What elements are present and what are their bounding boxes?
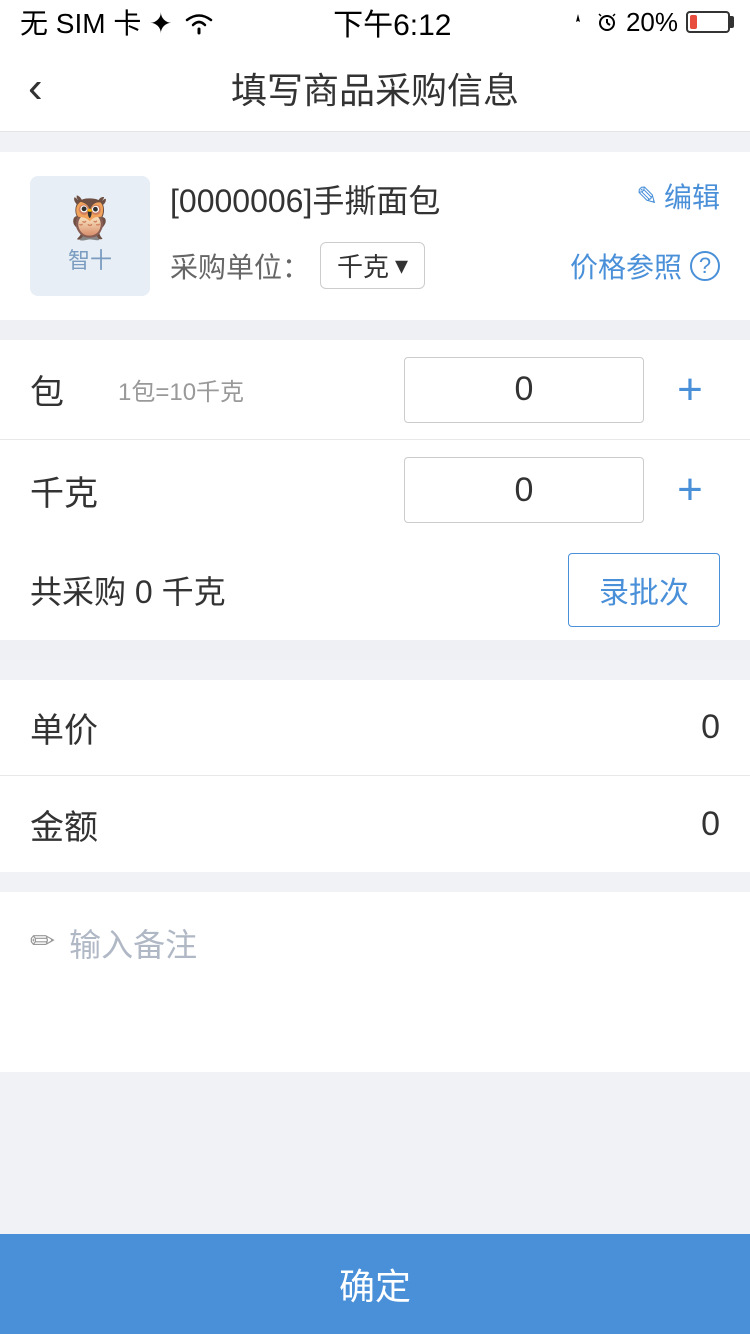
unit-value: 千克 [337, 247, 389, 284]
unit-row: 采购单位： 千克 ▾ [170, 242, 425, 289]
product-thumb-label: 智十 [68, 243, 112, 275]
bao-quantity-input[interactable]: 0 [404, 357, 644, 423]
product-info-top: [0000006]手撕面包 ✎ 编辑 [170, 176, 720, 222]
summary-text: 共采购 0 千克 [30, 567, 226, 613]
amount-value: 0 [701, 805, 720, 844]
kg-label: 千克 [30, 466, 110, 515]
edit-button[interactable]: ✎ 编辑 [636, 176, 720, 216]
product-card: 🦉 智十 [0000006]手撕面包 ✎ 编辑 采购单位： 千克 ▾ [0, 152, 750, 320]
product-thumbnail: 🦉 智十 [30, 176, 150, 296]
unit-prefix-label: 采购单位： [170, 246, 310, 286]
unit-dropdown-icon: ▾ [395, 250, 408, 281]
price-ref-button[interactable]: 价格参照 ? [570, 246, 720, 286]
alarm-icon [596, 11, 618, 33]
separator-2 [0, 640, 750, 660]
amount-row: 金额 0 [0, 776, 750, 872]
status-bar-time: 下午6:12 [333, 0, 451, 44]
bao-plus-button[interactable]: + [660, 360, 720, 420]
wifi-icon [181, 9, 217, 35]
bao-input-right: 0 + [404, 357, 720, 423]
info-section: 单价 0 金额 0 [0, 680, 750, 872]
product-info: [0000006]手撕面包 ✎ 编辑 采购单位： 千克 ▾ 价格参照 ? [170, 176, 720, 289]
batch-button[interactable]: 录批次 [568, 553, 720, 627]
bao-input-row: 包 1包=10千克 0 + [0, 340, 750, 440]
kg-input-right: 0 + [404, 457, 720, 523]
help-icon: ? [690, 251, 720, 281]
battery-percent: 20% [626, 7, 678, 38]
bao-sub-label: 1包=10千克 [118, 372, 244, 407]
notes-placeholder: 输入备注 [69, 920, 197, 966]
summary-row: 共采购 0 千克 录批次 [0, 540, 750, 640]
kg-quantity-input[interactable]: 0 [404, 457, 644, 523]
edit-icon: ✎ [636, 181, 658, 212]
amount-label: 金额 [30, 800, 98, 849]
unit-price-row: 单价 0 [0, 680, 750, 776]
separator-1 [0, 320, 750, 340]
notes-section[interactable]: ✏ 输入备注 [0, 892, 750, 1072]
product-info-bottom: 采购单位： 千克 ▾ 价格参照 ? [170, 242, 720, 289]
price-ref-label: 价格参照 [570, 246, 682, 286]
quantity-input-section: 包 1包=10千克 0 + 千克 0 + [0, 340, 750, 540]
pencil-icon: ✏ [30, 924, 55, 959]
unit-select[interactable]: 千克 ▾ [320, 242, 425, 289]
confirm-button-label: 确定 [339, 1258, 411, 1310]
status-bar: 无 SIM 卡 ✦ 下午6:12 20% [0, 0, 750, 44]
location-icon [568, 12, 588, 32]
sim-label: 无 SIM 卡 ✦ [20, 2, 173, 42]
kg-plus-button[interactable]: + [660, 460, 720, 520]
unit-price-value: 0 [701, 708, 720, 747]
main-content: 🦉 智十 [0000006]手撕面包 ✎ 编辑 采购单位： 千克 ▾ [0, 152, 750, 1192]
confirm-button[interactable]: 确定 [0, 1234, 750, 1334]
product-name: [0000006]手撕面包 [170, 176, 440, 222]
battery-indicator [686, 11, 730, 33]
status-bar-right: 20% [568, 7, 730, 38]
product-owl-icon: 🦉 [64, 197, 116, 239]
unit-price-label: 单价 [30, 703, 98, 752]
nav-bar: ‹ 填写商品采购信息 [0, 44, 750, 132]
back-button[interactable]: ‹ [28, 66, 43, 110]
edit-label: 编辑 [664, 176, 720, 216]
kg-input-row: 千克 0 + [0, 440, 750, 540]
page-title: 填写商品采购信息 [231, 62, 519, 114]
bao-label: 包 [30, 365, 110, 414]
status-bar-left: 无 SIM 卡 ✦ [20, 2, 217, 42]
